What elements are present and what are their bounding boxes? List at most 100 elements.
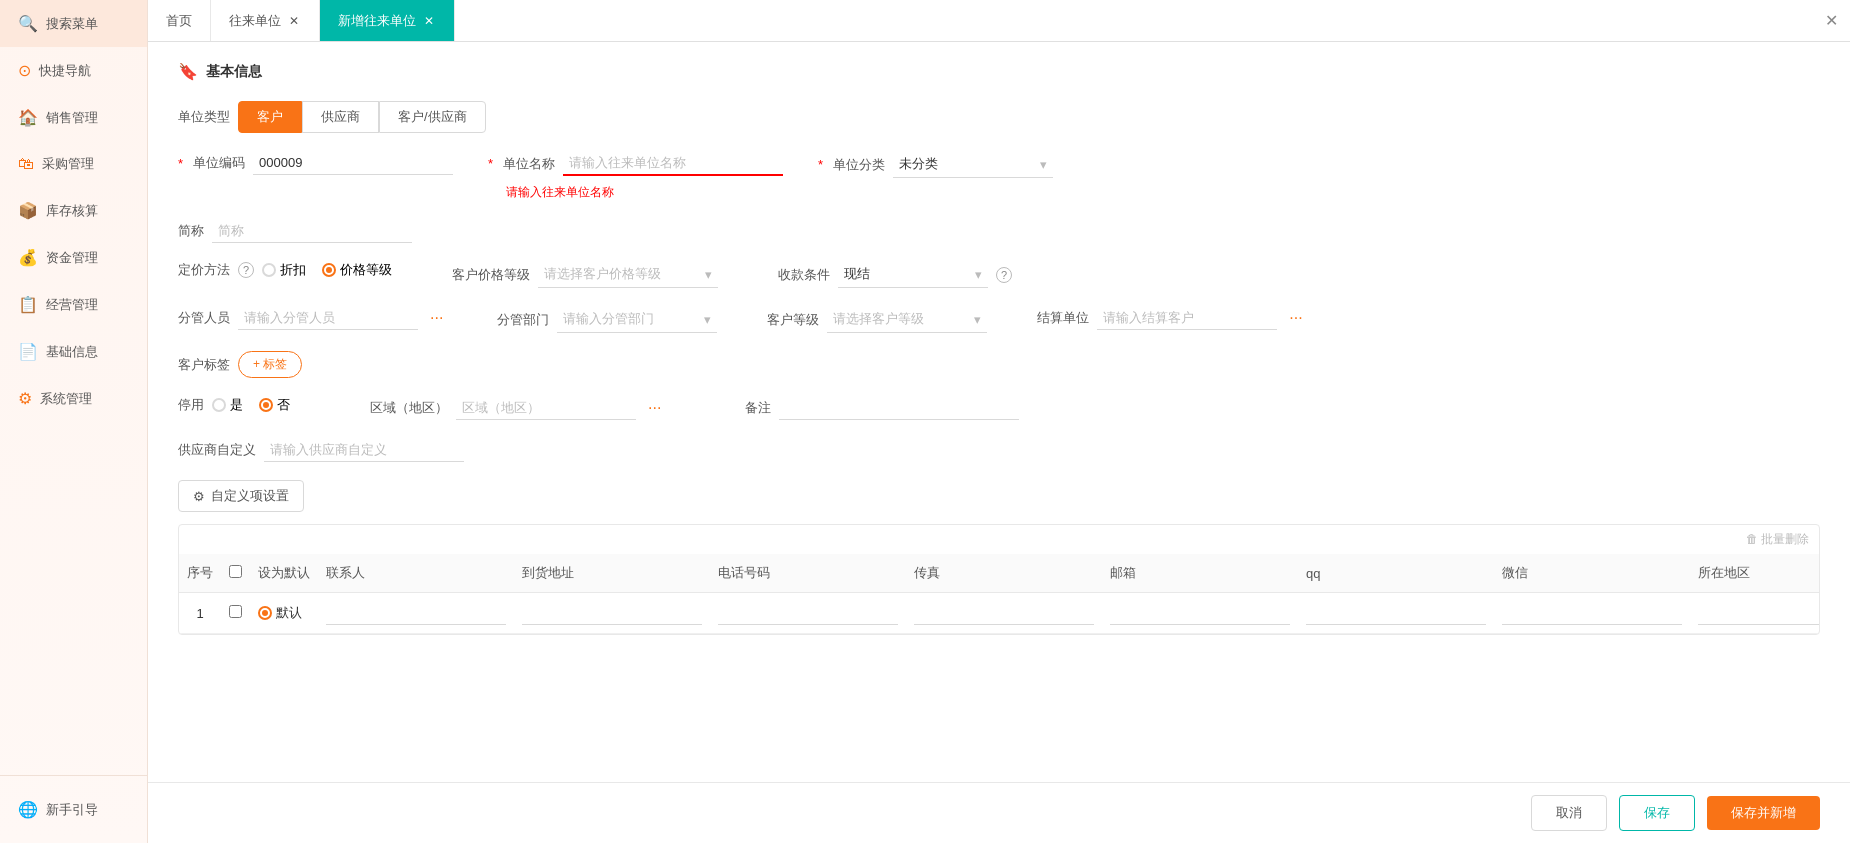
tab-home[interactable]: 首页 <box>148 0 211 41</box>
unit-name-field: * 单位名称 请输入往来单位名称 <box>488 151 788 201</box>
select-all-checkbox[interactable] <box>229 565 242 578</box>
row-email-cell <box>1102 593 1298 634</box>
save-new-button[interactable]: 保存并新增 <box>1707 796 1820 830</box>
settlement-more-btn[interactable]: ··· <box>1285 309 1306 327</box>
tag-label: 客户标签 <box>178 356 230 374</box>
region-input[interactable] <box>456 396 636 420</box>
row-email-input[interactable] <box>1110 601 1290 625</box>
abbr-input[interactable] <box>212 219 412 243</box>
batch-delete-btn[interactable]: 🗑 批量删除 <box>1746 531 1809 548</box>
unit-code-input[interactable] <box>253 151 453 175</box>
col-address: 到货地址 <box>514 554 710 593</box>
sidebar-item-operations[interactable]: 📋 经营管理 <box>0 281 147 328</box>
payment-terms-label: 收款条件 <box>778 266 830 284</box>
sidebar: 🔍 搜索菜单 ⊙ 快捷导航 🏠 销售管理 🛍 采购管理 📦 库存核算 💰 资金管… <box>0 0 148 843</box>
sidebar-item-basic[interactable]: 📄 基础信息 <box>0 328 147 375</box>
dept-select[interactable]: 请输入分管部门 ▾ <box>557 306 717 333</box>
row-qq-input[interactable] <box>1306 601 1486 625</box>
pricing-help-icon[interactable]: ? <box>238 262 254 278</box>
sidebar-item-search[interactable]: 🔍 搜索菜单 <box>0 0 147 47</box>
manager-more-btn[interactable]: ··· <box>426 309 447 327</box>
row-tags: 客户标签 + 标签 <box>178 351 1820 378</box>
manager-input[interactable] <box>238 306 418 330</box>
unit-type-buttons: 客户 供应商 客户/供应商 <box>238 101 486 133</box>
pricing-discount-radio[interactable]: 折扣 <box>262 261 306 279</box>
region-field: 区域（地区） ··· <box>370 396 665 420</box>
row-fax-cell <box>906 593 1102 634</box>
customer-level-field: 客户等级 请选择客户等级 ▾ <box>767 306 987 333</box>
sidebar-item-inventory[interactable]: 📦 库存核算 <box>0 187 147 234</box>
remark-field: 备注 <box>745 396 1019 420</box>
row-contact-cell <box>318 593 514 634</box>
customer-level-arrow-icon: ▾ <box>974 312 981 327</box>
row-phone-input[interactable] <box>718 601 898 625</box>
unit-type-customer-btn[interactable]: 客户 <box>238 101 302 133</box>
search-icon: 🔍 <box>18 14 38 33</box>
footer: 取消 保存 保存并新增 <box>148 782 1850 843</box>
supplier-custom-input[interactable] <box>264 438 464 462</box>
customer-level-select[interactable]: 请选择客户等级 ▾ <box>827 306 987 333</box>
row-manager: 分管人员 ··· 分管部门 请输入分管部门 ▾ 客户等级 请选择客户等级 ▾ 结… <box>178 306 1820 333</box>
unit-type-supplier-btn[interactable]: 供应商 <box>302 101 379 133</box>
col-fax: 传真 <box>906 554 1102 593</box>
abbr-label: 简称 <box>178 222 204 240</box>
row-checkbox[interactable] <box>229 605 242 618</box>
disabled-no-circle <box>259 398 273 412</box>
manager-field: 分管人员 ··· <box>178 306 447 330</box>
row-wechat-input[interactable] <box>1502 601 1682 625</box>
contact-table: 序号 设为默认 联系人 到货地址 电话号码 传真 邮箱 qq 微信 所在地区 操… <box>179 554 1820 634</box>
settlement-input[interactable] <box>1097 306 1277 330</box>
row-contact-input[interactable] <box>326 601 506 625</box>
disabled-yes-radio[interactable]: 是 <box>212 396 243 414</box>
col-seq: 序号 <box>179 554 221 593</box>
custom-settings-container: ⚙ 自定义项设置 <box>178 480 1820 512</box>
row-supplier-custom: 供应商自定义 <box>178 438 1820 462</box>
unit-code-label: 单位编码 <box>193 154 245 172</box>
section-icon: 🔖 <box>178 62 198 81</box>
payment-terms-select[interactable]: 现结 ▾ <box>838 261 988 288</box>
unit-name-label: 单位名称 <box>503 155 555 173</box>
sidebar-item-quicknav[interactable]: ⊙ 快捷导航 <box>0 47 147 94</box>
row-disabled-region: 停用 是 否 区域（地区） ··· 备注 <box>178 396 1820 420</box>
tab-new-partner-close[interactable]: ✕ <box>422 14 436 28</box>
sidebar-item-system[interactable]: ⚙ 系统管理 <box>0 375 147 422</box>
row-address-input[interactable] <box>522 601 702 625</box>
tabbar-close-btn[interactable]: ✕ <box>1825 11 1838 30</box>
custom-settings-btn[interactable]: ⚙ 自定义项设置 <box>178 480 304 512</box>
remark-input[interactable] <box>779 396 1019 420</box>
unit-type-both-btn[interactable]: 客户/供应商 <box>379 101 486 133</box>
batch-delete-icon: 🗑 <box>1746 532 1758 546</box>
pricing-method-label: 定价方法 <box>178 261 230 279</box>
tabbar: 首页 往来单位 ✕ 新增往来单位 ✕ ✕ <box>148 0 1850 42</box>
unit-name-input[interactable] <box>563 151 783 176</box>
row-code-name-cat: * 单位编码 * 单位名称 请输入往来单位名称 * 单位分类 <box>178 151 1820 201</box>
tab-partners[interactable]: 往来单位 ✕ <box>211 0 320 41</box>
payment-help-icon[interactable]: ? <box>996 267 1012 283</box>
tab-new-partner[interactable]: 新增往来单位 ✕ <box>320 0 455 41</box>
disabled-no-radio[interactable]: 否 <box>259 396 290 414</box>
customer-price-level-field: 客户价格等级 请选择客户价格等级 ▾ <box>452 261 718 288</box>
row-address-cell <box>514 593 710 634</box>
custom-settings-icon: ⚙ <box>193 489 205 504</box>
tab-partners-close[interactable]: ✕ <box>287 14 301 28</box>
sidebar-item-finance[interactable]: 💰 资金管理 <box>0 234 147 281</box>
sidebar-item-sales[interactable]: 🏠 销售管理 <box>0 94 147 141</box>
pricing-discount-circle <box>262 263 276 277</box>
sidebar-item-guide[interactable]: 🌐 新手引导 <box>0 786 147 833</box>
cancel-button[interactable]: 取消 <box>1531 795 1607 831</box>
unit-category-select[interactable]: 未分类 ▾ <box>893 151 1053 178</box>
add-tag-btn[interactable]: + 标签 <box>238 351 302 378</box>
save-button[interactable]: 保存 <box>1619 795 1695 831</box>
row-default-radio[interactable]: 默认 <box>258 604 310 622</box>
region-more-btn[interactable]: ··· <box>644 399 665 417</box>
customer-price-level-select[interactable]: 请选择客户价格等级 ▾ <box>538 261 718 288</box>
unit-type-field: 单位类型 客户 供应商 客户/供应商 <box>178 101 486 133</box>
row-default-circle <box>258 606 272 620</box>
customer-price-level-label: 客户价格等级 <box>452 266 530 284</box>
sidebar-item-purchase[interactable]: 🛍 采购管理 <box>0 141 147 187</box>
pricing-level-radio[interactable]: 价格等级 <box>322 261 392 279</box>
row-fax-input[interactable] <box>914 601 1094 625</box>
col-checkbox <box>221 554 250 593</box>
row-phone-cell <box>710 593 906 634</box>
row-region-input[interactable] <box>1698 601 1820 625</box>
